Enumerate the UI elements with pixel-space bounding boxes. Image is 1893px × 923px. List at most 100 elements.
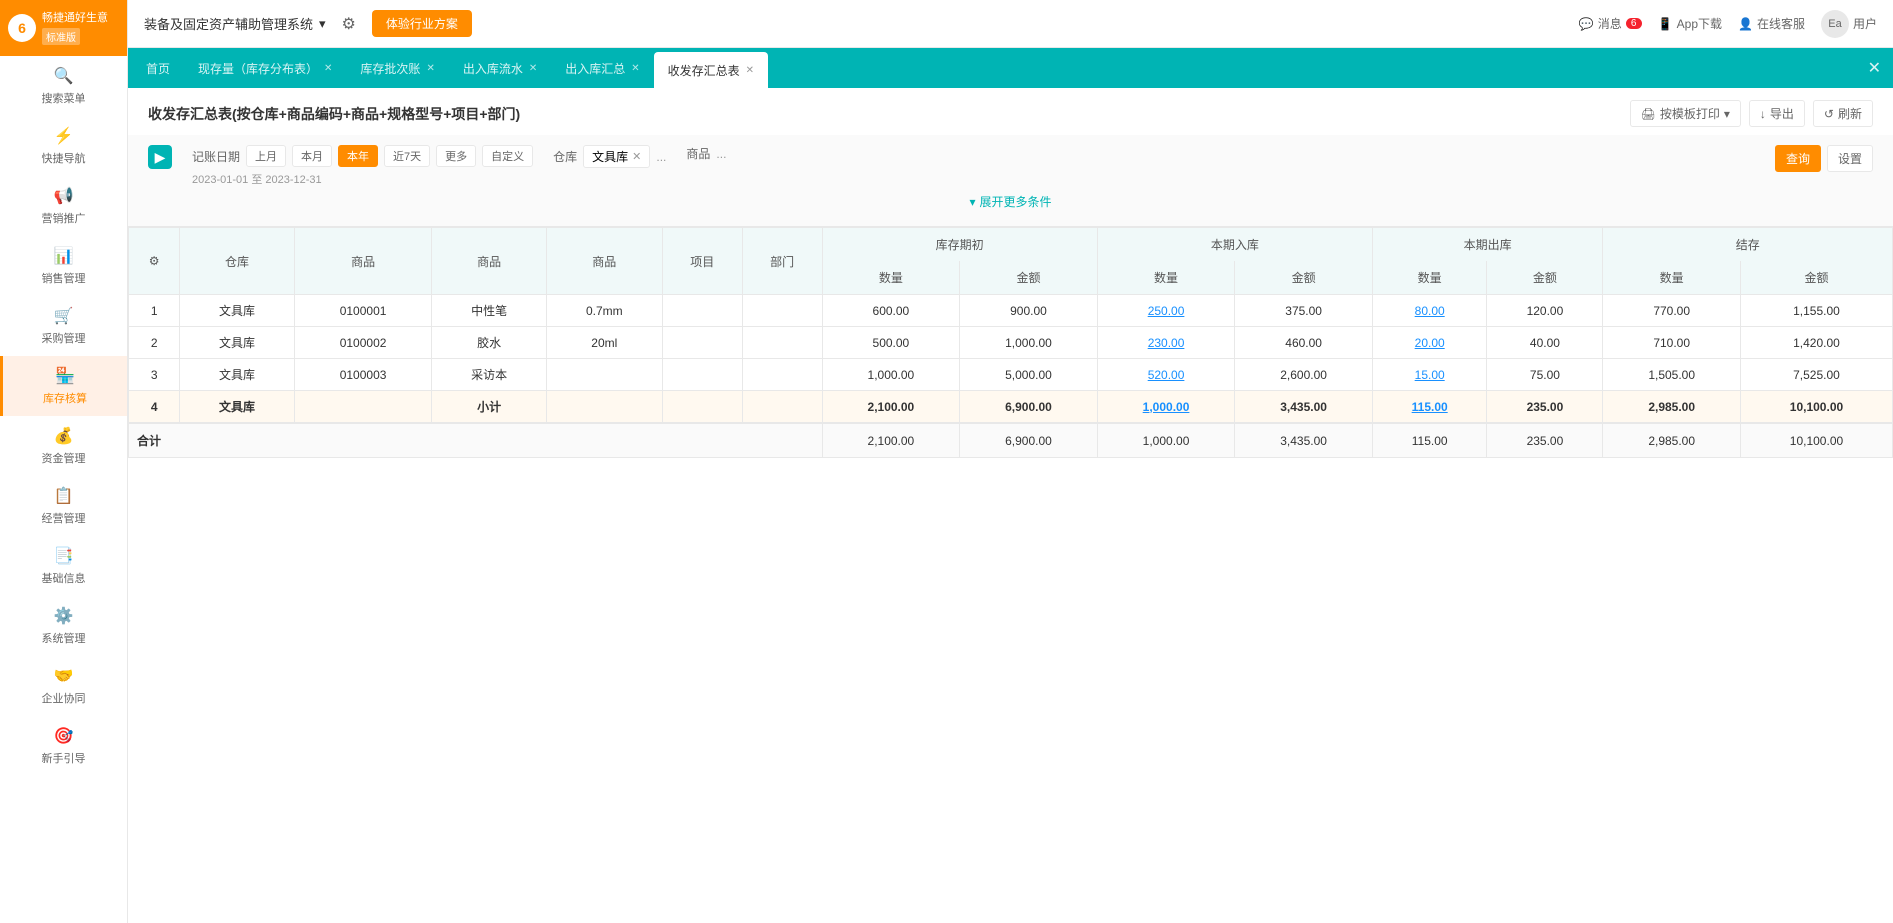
search-icon: 🔍 <box>54 66 74 86</box>
warehouse-filter: 仓库 文具库 ✕ ... <box>553 145 666 168</box>
footer-out-amt: 235.00 <box>1487 423 1603 458</box>
sidebar-item-enterprise[interactable]: 🤝 企业协同 <box>0 656 127 716</box>
cell-department <box>742 295 822 327</box>
data-table-container: ⚙ 仓库 商品 商品 商品 项目 部门 库存期初 本期入库 本期出库 结存 <box>128 227 1893 923</box>
tab-inout-flow[interactable]: 出入库流水 ✕ <box>449 48 551 88</box>
footer-out-qty: 115.00 <box>1372 423 1487 458</box>
message-button[interactable]: 💬 消息 6 <box>1579 15 1642 32</box>
user-menu[interactable]: Ea 用户 <box>1821 10 1877 38</box>
col-in-qty: 数量 <box>1097 261 1235 295</box>
settings-button[interactable]: 设置 <box>1827 145 1873 172</box>
col-product-spec: 商品 <box>546 228 662 295</box>
print-dropdown-icon: ▾ <box>1724 107 1730 121</box>
tab-batch[interactable]: 库存批次账 ✕ <box>346 48 448 88</box>
col-project: 项目 <box>662 228 742 295</box>
inventory-icon: 🏪 <box>55 366 75 386</box>
col-opening-header: 库存期初 <box>822 228 1097 262</box>
tab-stock-dist[interactable]: 现存量（库存分布表） ✕ <box>184 48 346 88</box>
cell-out-qty[interactable]: 15.00 <box>1372 359 1487 391</box>
cell-out-qty[interactable]: 20.00 <box>1372 327 1487 359</box>
app-download-button[interactable]: 📱 App下载 <box>1658 15 1722 32</box>
cell-warehouse: 文具库 <box>180 391 294 424</box>
cell-closing-qty: 2,985.00 <box>1603 391 1741 424</box>
export-button[interactable]: ↓ 导出 <box>1749 100 1805 127</box>
footer-in-amt: 3,435.00 <box>1235 423 1373 458</box>
table-row: 2 文具库 0100002 胶水 20ml 500.00 1,000.00 23… <box>129 327 1893 359</box>
cell-closing-amt: 1,155.00 <box>1740 295 1892 327</box>
content-area: 收发存汇总表(按仓库+商品编码+商品+规格型号+项目+部门) 🖨 按模板打印 ▾… <box>128 88 1893 923</box>
date-curr-month[interactable]: 本月 <box>292 145 332 167</box>
cell-no: 4 <box>129 391 180 424</box>
cell-opening-qty: 1,000.00 <box>822 359 960 391</box>
sidebar-item-inventory[interactable]: 🏪 库存核算 <box>0 356 127 416</box>
system-selector[interactable]: 装备及固定资产辅助管理系统 ▾ <box>144 14 326 33</box>
col-settings[interactable]: ⚙ <box>129 228 180 295</box>
cell-in-amt: 2,600.00 <box>1235 359 1373 391</box>
table-settings-icon[interactable]: ⚙ <box>149 254 160 268</box>
cell-in-qty[interactable]: 1,000.00 <box>1097 391 1235 424</box>
sidebar-item-marketing[interactable]: 📢 营销推广 <box>0 176 127 236</box>
cell-in-qty[interactable]: 250.00 <box>1097 295 1235 327</box>
print-button[interactable]: 🖨 按模板打印 ▾ <box>1630 100 1741 127</box>
cell-project <box>662 327 742 359</box>
tab-recv-send[interactable]: 收发存汇总表 ✕ <box>654 52 768 88</box>
cell-no: 1 <box>129 295 180 327</box>
query-button[interactable]: 查询 <box>1775 145 1821 172</box>
logo-icon: 6 <box>8 14 36 42</box>
tab-home[interactable]: 首页 <box>132 48 184 88</box>
expand-conditions-button[interactable]: ▾ 展开更多条件 <box>148 187 1873 216</box>
refresh-button[interactable]: ↺ 刷新 <box>1813 100 1873 127</box>
date-7days[interactable]: 近7天 <box>384 145 430 167</box>
cell-opening-qty: 2,100.00 <box>822 391 960 424</box>
date-more[interactable]: 更多 <box>436 145 476 167</box>
tab-inout-summary[interactable]: 出入库汇总 ✕ <box>551 48 653 88</box>
tab-close-batch[interactable]: ✕ <box>426 63 434 74</box>
sidebar-nav: 🔍 搜索菜单 ⚡ 快捷导航 📢 营销推广 📊 销售管理 🛒 采购管理 🏪 库存核… <box>0 56 127 923</box>
cell-product-spec: 20ml <box>546 327 662 359</box>
sidebar-item-guide[interactable]: 🎯 新手引导 <box>0 716 127 776</box>
sidebar-item-basic-info[interactable]: 📑 基础信息 <box>0 536 127 596</box>
close-all-tabs[interactable]: ✕ <box>1860 58 1889 78</box>
filter-expand-button[interactable]: ▶ <box>148 145 172 169</box>
sidebar-item-purchase[interactable]: 🛒 采购管理 <box>0 296 127 356</box>
tab-close-recv-send[interactable]: ✕ <box>746 65 754 76</box>
cell-in-qty[interactable]: 520.00 <box>1097 359 1235 391</box>
sidebar-item-sales[interactable]: 📊 销售管理 <box>0 236 127 296</box>
topbar-actions: 💬 消息 6 📱 App下载 👤 在线客服 Ea 用户 <box>1579 10 1877 38</box>
online-service-button[interactable]: 👤 在线客服 <box>1738 15 1805 32</box>
cell-out-qty[interactable]: 80.00 <box>1372 295 1487 327</box>
col-in-header: 本期入库 <box>1097 228 1372 262</box>
experience-button[interactable]: 体验行业方案 <box>372 10 472 37</box>
sidebar-item-quick-nav[interactable]: ⚡ 快捷导航 <box>0 116 127 176</box>
warehouse-tag: 文具库 ✕ <box>583 145 650 168</box>
cell-project <box>662 391 742 424</box>
sidebar-item-operation[interactable]: 📋 经营管理 <box>0 476 127 536</box>
cell-in-qty[interactable]: 230.00 <box>1097 327 1235 359</box>
date-curr-year[interactable]: 本年 <box>338 145 378 167</box>
date-prev-month[interactable]: 上月 <box>246 145 286 167</box>
col-out-header: 本期出库 <box>1372 228 1602 262</box>
export-icon: ↓ <box>1760 107 1766 121</box>
date-custom[interactable]: 自定义 <box>482 145 533 167</box>
cell-product-name: 小计 <box>432 391 546 424</box>
printer-icon: 🖨 <box>1641 107 1656 121</box>
sidebar-item-search[interactable]: 🔍 搜索菜单 <box>0 56 127 116</box>
table-row: 3 文具库 0100003 采访本 1,000.00 5,000.00 520.… <box>129 359 1893 391</box>
sidebar-item-finance[interactable]: 💰 资金管理 <box>0 416 127 476</box>
gear-button[interactable]: ⚙ <box>342 14 356 34</box>
date-filter-row: 记账日期 上月 本月 本年 近7天 更多 自定义 <box>192 145 533 167</box>
cell-out-amt: 40.00 <box>1487 327 1603 359</box>
page-actions: 🖨 按模板打印 ▾ ↓ 导出 ↺ 刷新 <box>1630 100 1873 127</box>
tab-close-inout-summary[interactable]: ✕ <box>631 63 639 74</box>
cell-warehouse: 文具库 <box>180 327 294 359</box>
warehouse-tag-close[interactable]: ✕ <box>632 150 641 163</box>
cell-out-qty[interactable]: 115.00 <box>1372 391 1487 424</box>
col-out-qty: 数量 <box>1372 261 1487 295</box>
tab-close-inout-flow[interactable]: ✕ <box>529 63 537 74</box>
col-department: 部门 <box>742 228 822 295</box>
sidebar-item-system[interactable]: ⚙️ 系统管理 <box>0 596 127 656</box>
cell-closing-amt: 7,525.00 <box>1740 359 1892 391</box>
tab-close-stock-dist[interactable]: ✕ <box>324 63 332 74</box>
cell-opening-amt: 6,900.00 <box>960 391 1098 424</box>
cell-closing-amt: 1,420.00 <box>1740 327 1892 359</box>
